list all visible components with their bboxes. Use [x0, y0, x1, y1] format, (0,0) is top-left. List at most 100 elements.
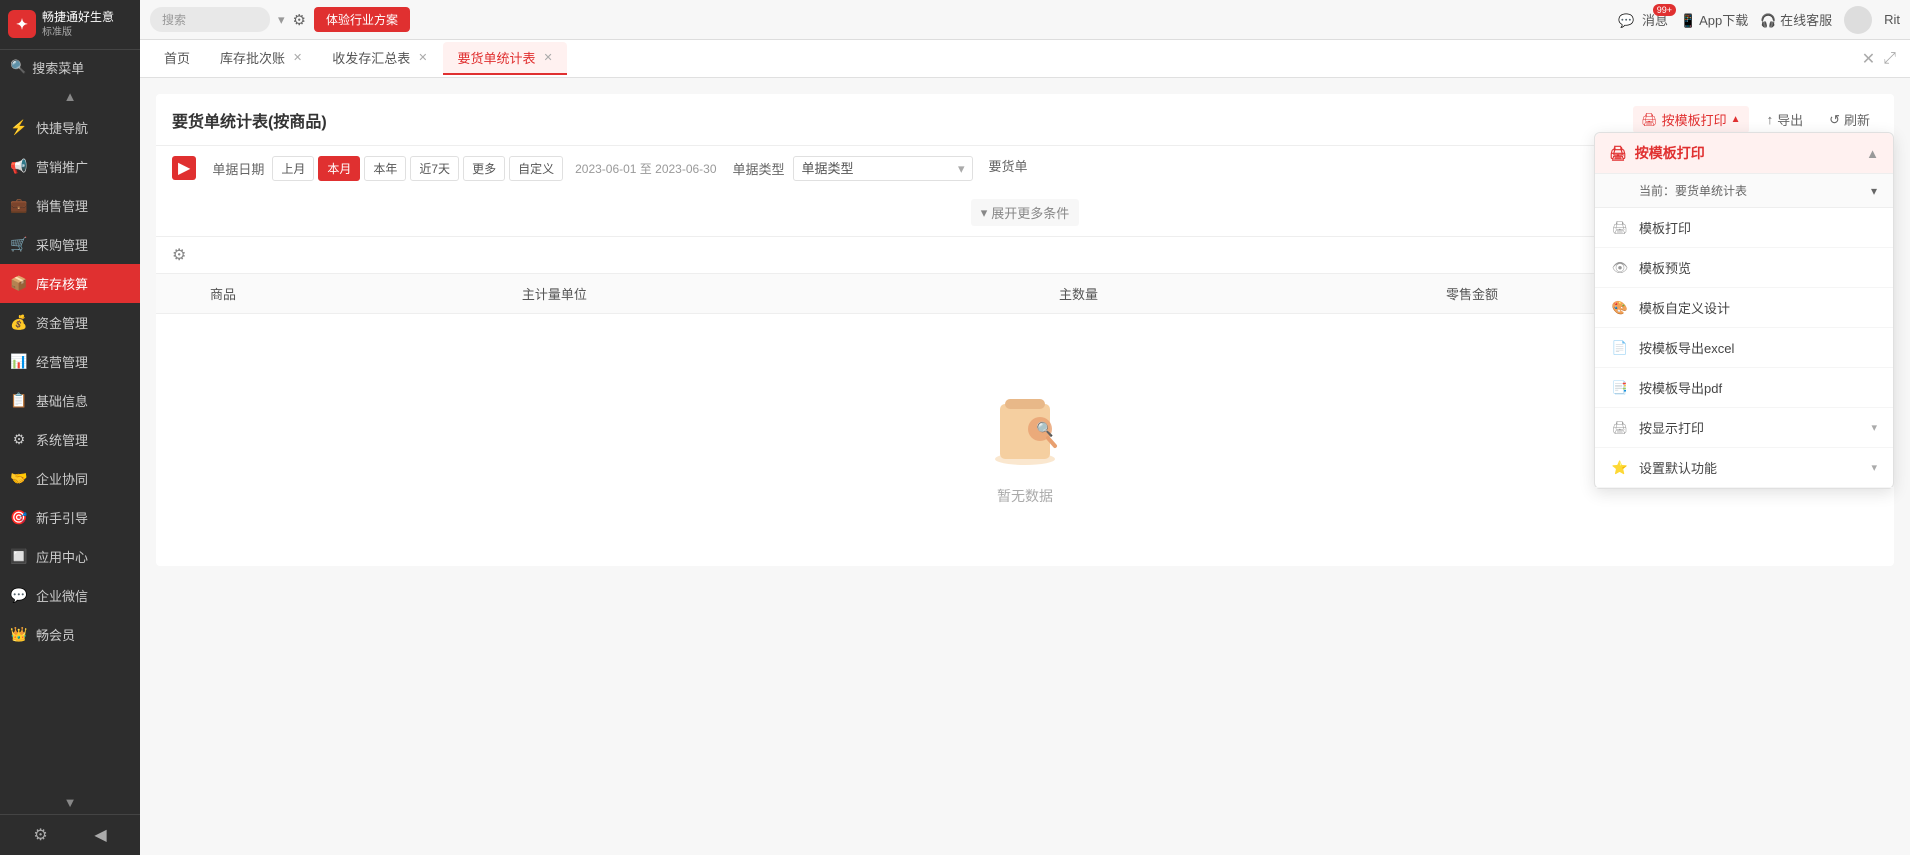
purchase-icon: 🛒 [10, 236, 28, 253]
message-icon: 💬 [1618, 13, 1634, 28]
order-type-select-wrapper: 单据类型 [793, 156, 973, 181]
date-btn-more[interactable]: 更多 [463, 156, 505, 181]
export-button[interactable]: ↑ 导出 [1759, 106, 1812, 133]
dropdown-header: 🖨 按模板打印 ▲ [1595, 133, 1893, 174]
tab-close-receipt-summary[interactable]: ✕ [418, 51, 427, 64]
sidebar-item-appstore[interactable]: 🔲 应用中心 [0, 537, 140, 576]
topbar-dropdown-arrow[interactable]: ▾ [278, 12, 285, 28]
tab-close-inventory-batch[interactable]: ✕ [293, 51, 302, 64]
scroll-up-button[interactable]: ▲ [0, 85, 140, 108]
sidebar-item-quick-nav[interactable]: ⚡ 快捷导航 [0, 108, 140, 147]
collab-icon: 🤝 [10, 470, 28, 487]
sidebar-item-basic[interactable]: 📋 基础信息 [0, 381, 140, 420]
export-excel-icon: 📄 [1611, 340, 1629, 356]
date-btn-7days[interactable]: 近7天 [410, 156, 459, 181]
date-btn-last-month[interactable]: 上月 [272, 156, 314, 181]
date-label: 单据日期 [212, 159, 264, 178]
sidebar-logo: ✦ 畅捷通好生意 标准版 [0, 0, 140, 50]
refresh-icon: ↺ [1829, 112, 1840, 128]
template-print-icon: 🖨 [1611, 220, 1629, 236]
dropdown-display-print[interactable]: 🖨 按显示打印 ▾ [1595, 408, 1893, 448]
sidebar-item-purchase[interactable]: 🛒 采购管理 [0, 225, 140, 264]
date-filter: 单据日期 上月 本月 本年 近7天 更多 自定义 2023-06-01 至 20… [212, 156, 716, 181]
expand-chevron-down-icon: ▾ [981, 205, 988, 221]
table-settings-icon[interactable]: ⚙ [172, 245, 186, 265]
dropdown-current-template[interactable]: 当前：要货单统计表 ▾ [1595, 174, 1893, 208]
expand-more-button[interactable]: ▾ 展开更多条件 [971, 199, 1080, 226]
search-menu-button[interactable]: 🔍 搜索菜单 [0, 50, 140, 85]
display-print-chevron-icon: ▾ [1871, 421, 1877, 434]
dropdown-template-design[interactable]: 🎨 模板自定义设计 [1595, 288, 1893, 328]
dropdown-template-print[interactable]: 🖨 模板打印 [1595, 208, 1893, 248]
dropdown-template-preview[interactable]: 👁 模板预览 [1595, 248, 1893, 288]
sidebar-item-inventory[interactable]: 📦 库存核算 [0, 264, 140, 303]
page-actions: 🖨 按模板打印 ▲ ↑ 导出 ↺ 刷新 [1633, 106, 1878, 133]
online-service-button[interactable]: 🎧 在线客服 [1760, 10, 1832, 29]
set-default-icon: ⭐ [1611, 460, 1629, 476]
sidebar-item-member[interactable]: 👑 畅会员 [0, 615, 140, 654]
sidebar-item-guide[interactable]: 🎯 新手引导 [0, 498, 140, 537]
sidebar-item-system[interactable]: ⚙ 系统管理 [0, 420, 140, 459]
tab-receipt-summary[interactable]: 收发存汇总表 ✕ [318, 42, 441, 75]
order-goods-label: 要货单 [989, 156, 1028, 175]
col-settings [156, 274, 196, 314]
display-print-icon: 🖨 [1611, 420, 1629, 436]
wechat-icon: 💬 [10, 587, 28, 604]
date-btn-this-month[interactable]: 本月 [318, 156, 360, 181]
tabs-bar: 首页 库存批次账 ✕ 收发存汇总表 ✕ 要货单统计表 ✕ ✕ ⤢ [140, 40, 1910, 78]
sidebar-item-collab[interactable]: 🤝 企业协同 [0, 459, 140, 498]
sidebar-item-finance[interactable]: 💰 资金管理 [0, 303, 140, 342]
messages-button[interactable]: 💬 99+ 消息 [1618, 10, 1668, 29]
basic-icon: 📋 [10, 392, 28, 409]
industry-solution-button[interactable]: 体验行业方案 [314, 7, 410, 32]
set-default-chevron-icon: ▾ [1871, 461, 1877, 474]
sidebar-bottom: ⚙ ◀ [0, 814, 140, 855]
avatar[interactable] [1844, 6, 1872, 34]
order-type-filter: 单据类型 单据类型 [733, 156, 973, 181]
collapse-sidebar-button[interactable]: ◀ [94, 825, 106, 845]
date-btn-this-year[interactable]: 本年 [364, 156, 406, 181]
tab-inventory-batch[interactable]: 库存批次账 ✕ [206, 42, 316, 75]
date-btn-custom[interactable]: 自定义 [509, 156, 563, 181]
template-preview-icon: 👁 [1611, 260, 1629, 276]
col-unit: 主计量单位 [508, 274, 1045, 314]
chevron-up-icon: ▲ [1731, 114, 1741, 125]
dropdown-set-default[interactable]: ⭐ 设置默认功能 ▾ [1595, 448, 1893, 488]
order-goods-filter: 要货单 [989, 156, 1028, 175]
sidebar-item-sales[interactable]: 💼 销售管理 [0, 186, 140, 225]
filter-expand-icon[interactable]: ▶ [172, 156, 196, 180]
tab-home[interactable]: 首页 [150, 42, 204, 75]
sidebar-item-marketing[interactable]: 📢 营销推广 [0, 147, 140, 186]
operation-icon: 📊 [10, 353, 28, 370]
tabs-window-controls: ✕ ⤢ [1858, 49, 1900, 69]
dropdown-export-excel[interactable]: 📄 按模板导出excel [1595, 328, 1893, 368]
empty-text: 暂无数据 [997, 486, 1053, 506]
topbar-search: 搜索 [150, 7, 270, 32]
topbar-gear-icon[interactable]: ⚙ [293, 11, 306, 29]
finance-icon: 💰 [10, 314, 28, 331]
date-buttons: 上月 本月 本年 近7天 更多 自定义 [272, 156, 563, 181]
export-pdf-icon: 📑 [1611, 380, 1629, 396]
dropdown-export-pdf[interactable]: 📑 按模板导出pdf [1595, 368, 1893, 408]
username-label: Rit [1884, 12, 1900, 27]
guide-icon: 🎯 [10, 509, 28, 526]
expand-window-button[interactable]: ⤢ [1879, 50, 1900, 68]
dropdown-close-button[interactable]: ▲ [1866, 146, 1879, 161]
scroll-down-button[interactable]: ▼ [0, 791, 140, 814]
sidebar-item-wechat[interactable]: 💬 企业微信 [0, 576, 140, 615]
tab-close-order-stats[interactable]: ✕ [544, 51, 553, 64]
print-template-button[interactable]: 🖨 按模板打印 ▲ [1633, 106, 1748, 133]
settings-icon[interactable]: ⚙ [33, 825, 47, 845]
print-dropdown-menu: 🖨 按模板打印 ▲ 当前：要货单统计表 ▾ 🖨 模板打印 👁 模板预览 [1594, 132, 1894, 489]
sidebar-item-operation[interactable]: 📊 经营管理 [0, 342, 140, 381]
close-window-button[interactable]: ✕ [1858, 49, 1879, 69]
app-download-button[interactable]: 📱 App下载 [1680, 10, 1748, 29]
expand-icon[interactable]: ▶ [172, 156, 196, 180]
search-icon: 🔍 [10, 59, 26, 75]
order-type-select[interactable]: 单据类型 [793, 156, 973, 181]
refresh-button[interactable]: ↺ 刷新 [1821, 106, 1878, 133]
tab-order-stats[interactable]: 要货单统计表 ✕ [443, 42, 566, 75]
topbar: 搜索 ▾ ⚙ 体验行业方案 💬 99+ 消息 📱 App下载 🎧 在线客服 Ri… [140, 0, 1910, 40]
empty-icon: 🔍 [975, 374, 1075, 474]
printer-icon: 🖨 [1641, 112, 1658, 128]
